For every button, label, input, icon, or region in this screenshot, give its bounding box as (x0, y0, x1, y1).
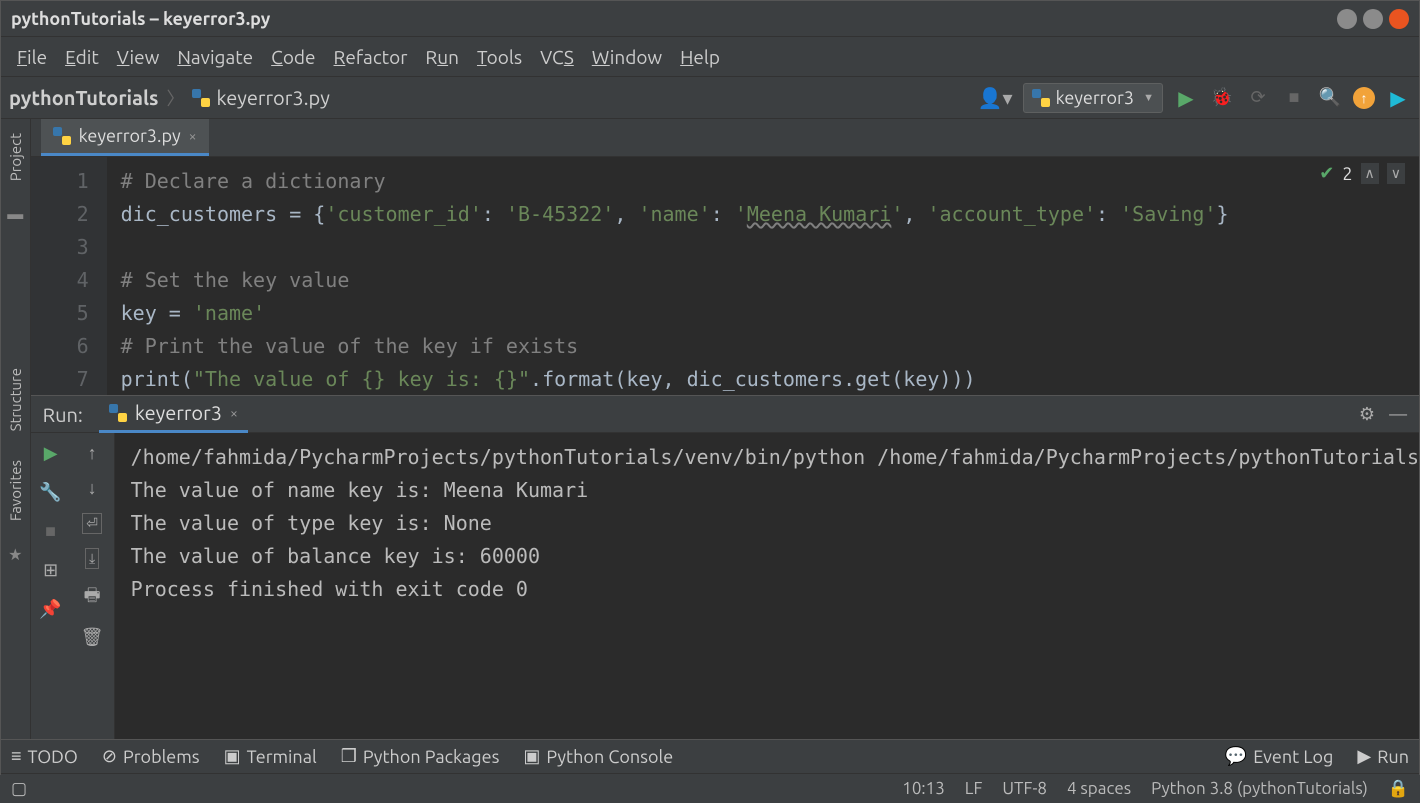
run-config-label: keyerror3 (1056, 88, 1134, 108)
tab-close-icon[interactable]: × (189, 128, 197, 144)
down-icon[interactable]: ↓ (88, 478, 97, 499)
play-icon: ▶ (1357, 746, 1371, 767)
breadcrumb-sep-icon: 〉 (166, 85, 184, 111)
prev-highlight-icon[interactable]: ∧ (1361, 163, 1379, 184)
menu-view[interactable]: View (109, 42, 168, 72)
scroll-end-icon[interactable]: ⤓ (85, 548, 99, 569)
menu-bar: File Edit View Navigate Code Refactor Ru… (1, 37, 1419, 77)
status-interpreter[interactable]: Python 3.8 (pythonTutorials) (1151, 779, 1368, 799)
next-highlight-icon[interactable]: ∨ (1387, 163, 1405, 184)
update-icon[interactable]: ↑ (1353, 87, 1375, 109)
stop-icon: ■ (1281, 85, 1307, 111)
lock-icon[interactable]: 🔒 (1388, 779, 1409, 799)
tool-packages[interactable]: ❒Python Packages (341, 746, 500, 767)
inspection-widget[interactable]: ✔ 2 ∧ ∨ (1319, 163, 1405, 184)
bottom-toolbar: ≡TODO ⊘Problems ▣Terminal ❒Python Packag… (1, 739, 1419, 773)
status-indent[interactable]: 4 spaces (1067, 779, 1131, 799)
menu-edit[interactable]: Edit (57, 42, 107, 72)
status-encoding[interactable]: UTF-8 (1002, 779, 1047, 799)
breadcrumb-file[interactable]: keyerror3.py (192, 86, 329, 109)
list-icon: ≡ (11, 746, 22, 767)
console-output[interactable]: /home/fahmida/PycharmProjects/pythonTuto… (115, 433, 1419, 739)
bottom-run[interactable]: ▶Run (1357, 746, 1409, 767)
run-title: Run: (43, 403, 83, 426)
run-tab[interactable]: keyerror3 × (99, 395, 248, 433)
wrench-icon[interactable]: 🔧 (39, 482, 61, 503)
menu-help[interactable]: Help (672, 42, 728, 72)
menu-file[interactable]: File (9, 42, 55, 72)
star-icon[interactable]: ★ (8, 545, 22, 564)
up-icon[interactable]: ↑ (88, 443, 97, 464)
search-icon[interactable]: 🔍 (1317, 85, 1343, 111)
stop-process-icon: ■ (45, 521, 56, 542)
left-toolbar: Project ▬ Structure Favorites ★ (1, 119, 31, 739)
run-play-icon[interactable]: ▶ (1173, 85, 1199, 111)
folder-icon[interactable]: ▬ (7, 205, 23, 224)
menu-run[interactable]: Run (417, 42, 467, 72)
close-icon[interactable] (1389, 9, 1409, 29)
run-panel-body: ▶ 🔧 ■ ⊞ 📌 ↑ ↓ ⏎ ⤓ 🖶 🗑 /home/fahmida/Pych… (31, 433, 1419, 739)
tool-console[interactable]: ▣Python Console (523, 746, 673, 767)
check-icon: ✔ (1319, 163, 1334, 184)
gear-icon[interactable]: ⚙ (1359, 404, 1375, 425)
menu-window[interactable]: Window (584, 42, 670, 72)
menu-navigate[interactable]: Navigate (169, 42, 261, 72)
code-editor[interactable]: 1234567 # Declare a dictionary dic_custo… (31, 157, 1419, 395)
terminal-icon: ▣ (224, 746, 241, 767)
title-bar: pythonTutorials – keyerror3.py (1, 1, 1419, 37)
warning-icon: ⊘ (102, 746, 117, 767)
user-icon[interactable]: 👤▾ (978, 86, 1013, 110)
status-position[interactable]: 10:13 (902, 779, 945, 799)
run-tab-label: keyerror3 (135, 401, 222, 424)
hide-panel-icon[interactable]: — (1389, 404, 1407, 424)
status-left-icon[interactable]: ▢ (11, 779, 27, 799)
status-line-ending[interactable]: LF (965, 779, 983, 799)
editor-tabbar: keyerror3.py × (31, 119, 1419, 157)
breadcrumb-root[interactable]: pythonTutorials (9, 86, 158, 109)
tool-favorites[interactable]: Favorites (7, 456, 24, 525)
tool-todo[interactable]: ≡TODO (11, 746, 78, 767)
menu-vcs[interactable]: VCS (532, 42, 582, 72)
inspection-count: 2 (1342, 164, 1352, 184)
menu-refactor[interactable]: Refactor (326, 42, 416, 72)
tool-project[interactable]: Project (7, 129, 24, 185)
code-content[interactable]: # Declare a dictionary dic_customers = {… (107, 157, 1419, 395)
debug-icon[interactable]: 🐞 (1209, 85, 1235, 111)
layout-icon[interactable]: ⊞ (43, 560, 58, 581)
window-title: pythonTutorials – keyerror3.py (11, 9, 270, 29)
trash-icon[interactable]: 🗑 (81, 627, 104, 648)
python-icon (109, 404, 127, 422)
editor-tab[interactable]: keyerror3.py × (41, 119, 209, 156)
breadcrumb-file-label: keyerror3.py (216, 86, 329, 109)
maximize-icon[interactable] (1363, 9, 1383, 29)
console-icon: ▣ (523, 746, 540, 767)
tool-problems[interactable]: ⊘Problems (102, 746, 200, 767)
code-with-me-icon[interactable]: ▶ (1385, 85, 1411, 111)
event-log[interactable]: 💬Event Log (1225, 746, 1334, 767)
coverage-icon[interactable]: ⟳ (1245, 85, 1271, 111)
python-icon (1032, 89, 1050, 107)
gutter: 1234567 (31, 157, 107, 395)
python-file-icon (53, 127, 71, 145)
rerun-icon[interactable]: ▶ (44, 443, 58, 464)
python-file-icon (192, 89, 210, 107)
nav-toolbar: pythonTutorials 〉 keyerror3.py 👤▾ keyerr… (1, 77, 1419, 119)
run-tab-close-icon[interactable]: × (230, 405, 238, 421)
tool-terminal[interactable]: ▣Terminal (224, 746, 317, 767)
tool-structure[interactable]: Structure (7, 364, 24, 435)
run-panel-header: Run: keyerror3 × ⚙ — (31, 395, 1419, 433)
run-config-select[interactable]: keyerror3 (1023, 83, 1163, 113)
soft-wrap-icon[interactable]: ⏎ (82, 513, 102, 534)
status-bar: ▢ 10:13 LF UTF-8 4 spaces Python 3.8 (py… (1, 773, 1419, 803)
speech-icon: 💬 (1225, 746, 1247, 767)
editor-tab-label: keyerror3.py (79, 126, 181, 146)
pin-icon[interactable]: 📌 (39, 599, 61, 620)
minimize-icon[interactable] (1337, 9, 1357, 29)
packages-icon: ❒ (341, 746, 357, 767)
menu-code[interactable]: Code (263, 42, 323, 72)
print-icon[interactable]: 🖶 (84, 583, 101, 613)
menu-tools[interactable]: Tools (469, 42, 530, 72)
